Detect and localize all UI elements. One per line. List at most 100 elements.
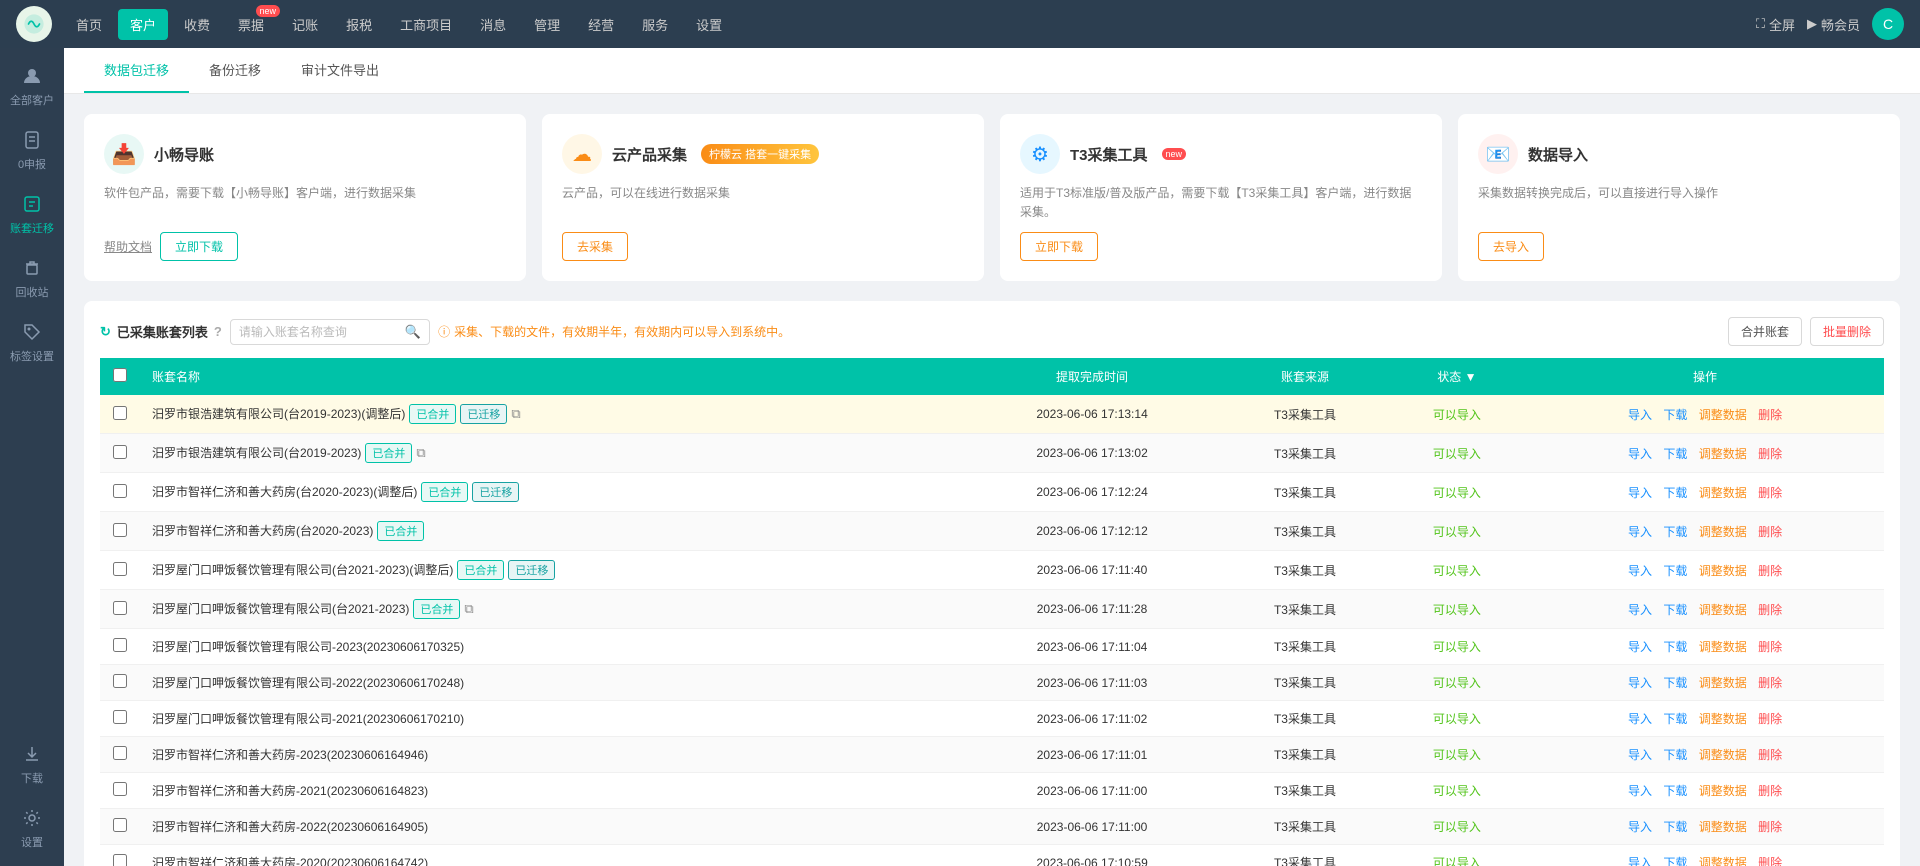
action-import[interactable]: 导入 [1628, 784, 1652, 798]
row-checkbox[interactable] [113, 523, 127, 537]
action-adjust[interactable]: 调整数据 [1699, 486, 1747, 500]
action-import[interactable]: 导入 [1628, 447, 1652, 461]
nav-settings[interactable]: 设置 [684, 9, 734, 40]
action-import[interactable]: 导入 [1628, 486, 1652, 500]
action-download[interactable]: 下载 [1663, 525, 1687, 539]
action-delete[interactable]: 删除 [1758, 525, 1782, 539]
action-download[interactable]: 下载 [1663, 564, 1687, 578]
action-download[interactable]: 下载 [1663, 640, 1687, 654]
nav-business[interactable]: 工商项目 [388, 9, 464, 40]
action-adjust[interactable]: 调整数据 [1699, 525, 1747, 539]
nav-service[interactable]: 服务 [630, 9, 680, 40]
row-checkbox[interactable] [113, 710, 127, 724]
action-delete[interactable]: 删除 [1758, 447, 1782, 461]
action-import[interactable]: 导入 [1628, 640, 1652, 654]
user-avatar[interactable]: C [1872, 8, 1904, 40]
action-import[interactable]: 导入 [1628, 525, 1652, 539]
action-import[interactable]: 导入 [1628, 676, 1652, 690]
copy-icon[interactable]: ⧉ [464, 601, 473, 616]
card-help-link-1[interactable]: 帮助文档 [104, 238, 152, 255]
action-import[interactable]: 导入 [1628, 564, 1652, 578]
sidebar-item-migrate[interactable]: 账套迁移 [0, 184, 64, 244]
fullscreen-button[interactable]: ⛶ 全屏 [1756, 15, 1795, 34]
sidebar-item-recycle[interactable]: 回收站 [0, 248, 64, 308]
nav-home[interactable]: 首页 [64, 9, 114, 40]
member-button[interactable]: ▶ 畅会员 [1807, 15, 1860, 34]
action-download[interactable]: 下载 [1663, 447, 1687, 461]
action-delete[interactable]: 删除 [1758, 784, 1782, 798]
row-checkbox[interactable] [113, 638, 127, 652]
row-checkbox[interactable] [113, 746, 127, 760]
row-checkbox[interactable] [113, 406, 127, 420]
action-adjust[interactable]: 调整数据 [1699, 640, 1747, 654]
action-delete[interactable]: 删除 [1758, 676, 1782, 690]
nav-tax[interactable]: 报税 [334, 9, 384, 40]
merge-button[interactable]: 合并账套 [1728, 317, 1802, 346]
tab-data-migration[interactable]: 数据包迁移 [84, 48, 189, 93]
card-btn-xiaochangdaozhang[interactable]: 立即下载 [160, 232, 238, 261]
help-icon[interactable]: ? [214, 324, 222, 339]
action-delete[interactable]: 删除 [1758, 712, 1782, 726]
action-download[interactable]: 下载 [1663, 486, 1687, 500]
refresh-icon[interactable]: ↻ [100, 324, 111, 340]
action-import[interactable]: 导入 [1628, 748, 1652, 762]
search-button[interactable]: 🔍 [405, 324, 421, 340]
row-checkbox[interactable] [113, 818, 127, 832]
action-download[interactable]: 下载 [1663, 820, 1687, 834]
sidebar-item-download[interactable]: 下载 [0, 734, 64, 794]
action-adjust[interactable]: 调整数据 [1699, 603, 1747, 617]
action-adjust[interactable]: 调整数据 [1699, 748, 1747, 762]
tab-backup-migration[interactable]: 备份迁移 [189, 48, 281, 93]
col-status[interactable]: 状态 ▼ [1388, 358, 1526, 395]
search-input[interactable] [239, 325, 399, 339]
nav-client[interactable]: 客户 [118, 9, 168, 40]
select-all-checkbox[interactable] [113, 368, 127, 382]
nav-fee[interactable]: 收费 [172, 9, 222, 40]
row-checkbox[interactable] [113, 854, 127, 866]
action-download[interactable]: 下载 [1663, 748, 1687, 762]
action-delete[interactable]: 删除 [1758, 856, 1782, 866]
row-checkbox[interactable] [113, 782, 127, 796]
action-adjust[interactable]: 调整数据 [1699, 564, 1747, 578]
row-checkbox[interactable] [113, 445, 127, 459]
action-import[interactable]: 导入 [1628, 856, 1652, 866]
action-import[interactable]: 导入 [1628, 712, 1652, 726]
sidebar-item-settings[interactable]: 设置 [0, 798, 64, 858]
action-adjust[interactable]: 调整数据 [1699, 856, 1747, 866]
sidebar-item-zero-declaration[interactable]: 0申报 [0, 120, 64, 180]
action-delete[interactable]: 删除 [1758, 820, 1782, 834]
action-download[interactable]: 下载 [1663, 856, 1687, 866]
action-download[interactable]: 下载 [1663, 408, 1687, 422]
action-delete[interactable]: 删除 [1758, 408, 1782, 422]
action-delete[interactable]: 删除 [1758, 603, 1782, 617]
copy-icon[interactable]: ⧉ [416, 445, 425, 460]
action-import[interactable]: 导入 [1628, 820, 1652, 834]
nav-operation[interactable]: 经营 [576, 9, 626, 40]
action-delete[interactable]: 删除 [1758, 748, 1782, 762]
sidebar-item-all-clients[interactable]: 全部客户 [0, 56, 64, 116]
action-adjust[interactable]: 调整数据 [1699, 408, 1747, 422]
action-download[interactable]: 下载 [1663, 712, 1687, 726]
row-checkbox[interactable] [113, 601, 127, 615]
nav-manage[interactable]: 管理 [522, 9, 572, 40]
card-btn-t3caiji[interactable]: 立即下载 [1020, 232, 1098, 261]
action-download[interactable]: 下载 [1663, 603, 1687, 617]
row-checkbox[interactable] [113, 484, 127, 498]
batch-delete-button[interactable]: 批量删除 [1810, 317, 1884, 346]
action-import[interactable]: 导入 [1628, 408, 1652, 422]
action-adjust[interactable]: 调整数据 [1699, 447, 1747, 461]
action-import[interactable]: 导入 [1628, 603, 1652, 617]
action-delete[interactable]: 删除 [1758, 640, 1782, 654]
nav-message[interactable]: 消息 [468, 9, 518, 40]
nav-ticket[interactable]: 票据 new [226, 9, 276, 40]
card-btn-yunpincai[interactable]: 去采集 [562, 232, 628, 261]
action-download[interactable]: 下载 [1663, 784, 1687, 798]
action-adjust[interactable]: 调整数据 [1699, 676, 1747, 690]
action-adjust[interactable]: 调整数据 [1699, 820, 1747, 834]
action-adjust[interactable]: 调整数据 [1699, 712, 1747, 726]
action-delete[interactable]: 删除 [1758, 564, 1782, 578]
tab-audit-export[interactable]: 审计文件导出 [281, 48, 399, 93]
row-checkbox[interactable] [113, 674, 127, 688]
copy-icon[interactable]: ⧉ [511, 406, 520, 421]
sidebar-item-tag-settings[interactable]: 标签设置 [0, 312, 64, 372]
